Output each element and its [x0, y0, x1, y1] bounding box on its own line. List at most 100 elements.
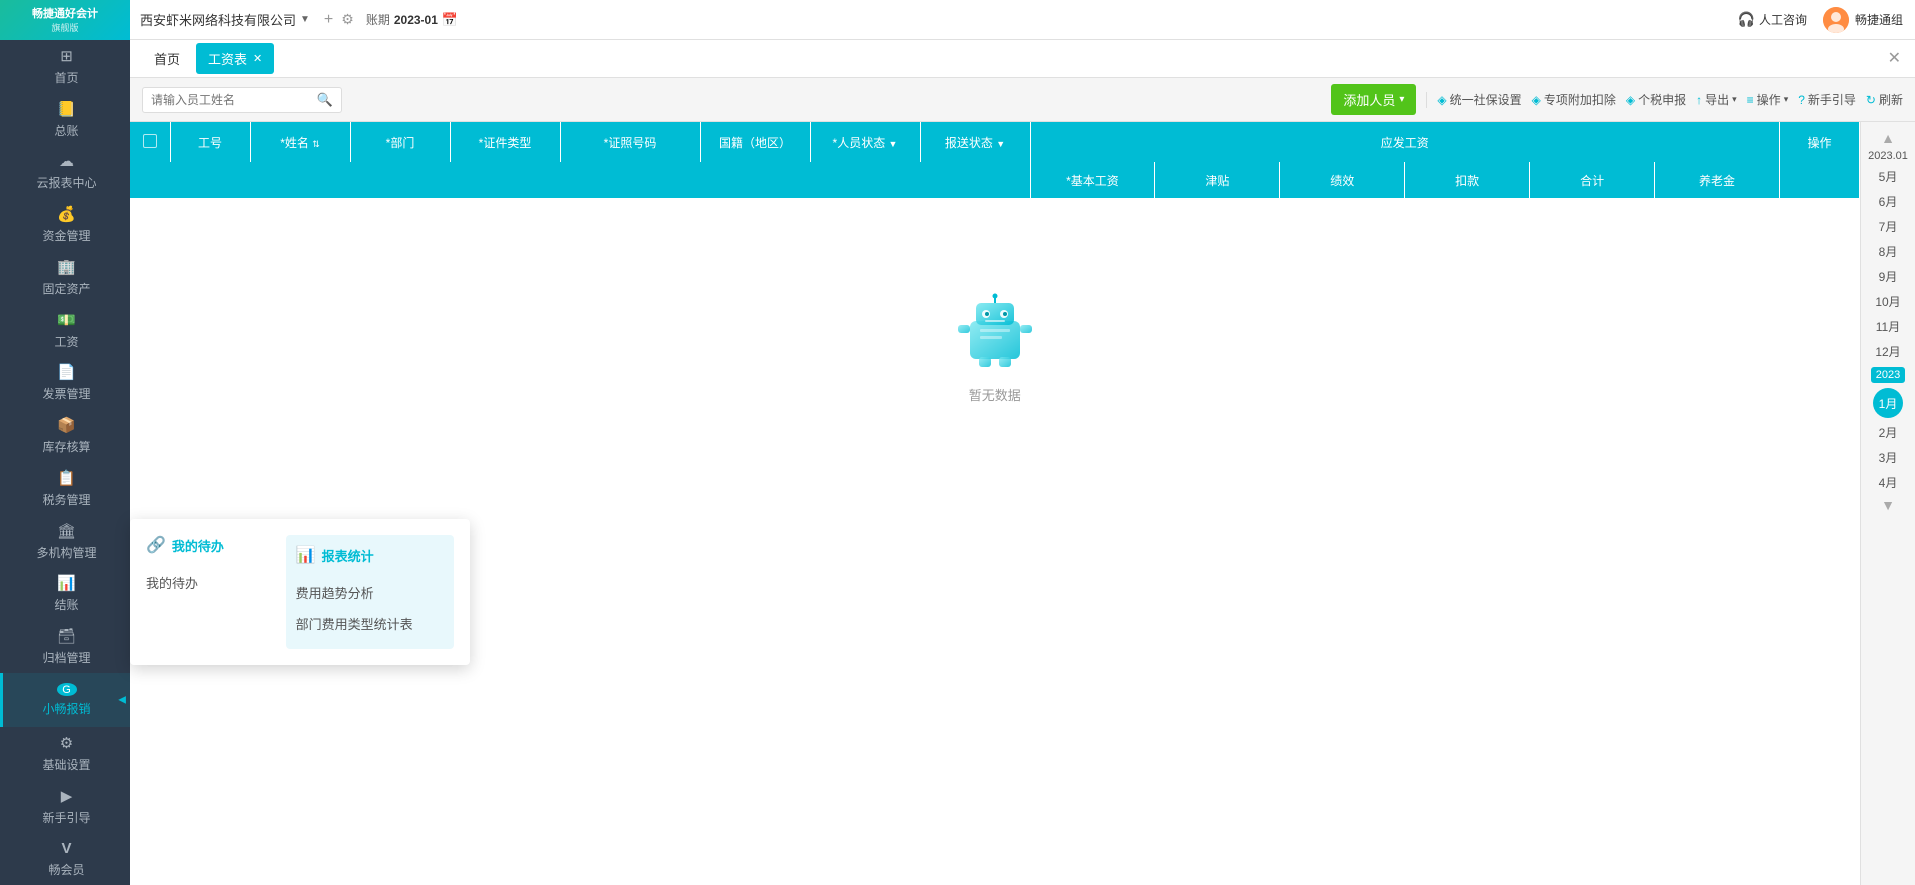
month-7[interactable]: 7月: [1861, 214, 1915, 239]
refresh-label: 刷新: [1879, 91, 1903, 108]
month-4[interactable]: 4月: [1861, 470, 1915, 495]
collapse-arrow[interactable]: ◀: [118, 695, 126, 706]
archive-icon: 🗃: [57, 627, 76, 645]
report-section-icon: 📊: [296, 545, 316, 565]
sidebar-item-fixed-assets[interactable]: 🏢 固定资产: [0, 251, 130, 304]
month-5[interactable]: 5月: [1861, 164, 1915, 189]
name-sort-icon[interactable]: ⇅: [312, 139, 320, 149]
report-item-1-label: 费用趋势分析: [296, 586, 374, 601]
sidebar-item-multi-org[interactable]: 🏛 多机构管理: [0, 515, 130, 568]
sidebar-item-archive[interactable]: 🗃 归档管理: [0, 620, 130, 673]
action-social-security[interactable]: ◈ 统一社保设置: [1437, 91, 1521, 108]
sub-col-bonus: 津贴: [1155, 162, 1280, 198]
scroll-up-arrow[interactable]: ▲: [1879, 128, 1897, 148]
month-11[interactable]: 11月: [1861, 314, 1915, 339]
search-input[interactable]: [151, 93, 313, 107]
sidebar-item-xiaochang[interactable]: G 小畅报销 ◀: [0, 673, 130, 727]
popup-todo-section: 🔗 我的待办 我的待办: [146, 535, 270, 649]
year-label-2023-prev: 2023.01: [1868, 150, 1908, 162]
tab-bar: 首页 工资表 ✕ ✕: [130, 40, 1915, 78]
month-3[interactable]: 3月: [1861, 445, 1915, 470]
sidebar-label-multi-org: 多机构管理: [36, 544, 96, 561]
tab-payroll-label: 工资表: [208, 49, 247, 68]
tab-home-label: 首页: [154, 52, 180, 67]
add-person-label: 添加人员: [1343, 90, 1395, 109]
sidebar-item-fund[interactable]: 💰 资金管理: [0, 198, 130, 251]
action-personal-tax[interactable]: ◈ 个税申报: [1626, 91, 1686, 108]
personal-tax-icon: ◈: [1626, 93, 1635, 107]
action-export[interactable]: ↑ 导出 ▾: [1696, 91, 1737, 108]
sidebar-item-inventory[interactable]: 📦 库存核算: [0, 409, 130, 462]
col-num: 工号: [170, 122, 250, 162]
settlement-icon: 📊: [57, 574, 76, 592]
add-company-icon[interactable]: +: [324, 11, 333, 29]
col-country: 国籍（地区）: [700, 122, 810, 162]
settings-icon[interactable]: ⚙: [341, 11, 354, 28]
sidebar-label-payroll: 工资: [54, 333, 78, 350]
tab-payroll[interactable]: 工资表 ✕: [196, 43, 274, 74]
sidebar-label-xiaochang: 小畅报销: [42, 700, 90, 717]
sidebar-label-member: 畅会员: [48, 861, 84, 878]
sidebar-item-invoice[interactable]: 📄 发票管理: [0, 357, 130, 410]
fund-icon: 💰: [57, 205, 76, 223]
sidebar-item-settlement[interactable]: 📊 结账: [0, 568, 130, 621]
col-person-status[interactable]: *人员状态 ▼: [810, 122, 920, 162]
action-refresh[interactable]: ↻ 刷新: [1866, 91, 1903, 108]
company-dropdown-arrow[interactable]: ▼: [300, 14, 310, 25]
support-button[interactable]: 🎧 人工咨询: [1738, 11, 1807, 28]
sidebar-label-settlement: 结账: [54, 596, 78, 613]
popup-report-item-2[interactable]: 部门费用类型统计表: [296, 608, 444, 639]
window-close-button[interactable]: ✕: [1874, 40, 1915, 76]
tab-close-icon[interactable]: ✕: [253, 52, 262, 65]
tab-home[interactable]: 首页: [142, 43, 192, 74]
col-name[interactable]: *姓名 ⇅: [250, 122, 350, 162]
user-info[interactable]: 畅捷通组: [1823, 7, 1903, 33]
month-8[interactable]: 8月: [1861, 239, 1915, 264]
scroll-down-arrow[interactable]: ▼: [1879, 495, 1897, 515]
search-icon[interactable]: 🔍: [317, 92, 333, 108]
sidebar-label-invoice: 发票管理: [42, 385, 90, 402]
sidebar-item-new-guide[interactable]: ▶ 新手引导: [0, 780, 130, 833]
report-section-label: 报表统计: [322, 546, 374, 565]
action-operation[interactable]: ≡ 操作 ▾: [1747, 91, 1789, 108]
send-status-filter-icon[interactable]: ▼: [996, 139, 1005, 149]
action-new-guide[interactable]: ? 新手引导: [1798, 91, 1856, 108]
empty-state: 暂无数据: [130, 293, 1860, 404]
sidebar-item-cloud-report[interactable]: ☁ 云报表中心: [0, 146, 130, 199]
sidebar-item-tax[interactable]: 📋 税务管理: [0, 462, 130, 515]
month-6[interactable]: 6月: [1861, 189, 1915, 214]
popup-report-item-1[interactable]: 费用趋势分析: [296, 577, 444, 608]
calendar-icon[interactable]: 📅: [442, 12, 458, 28]
month-9[interactable]: 9月: [1861, 264, 1915, 289]
month-10[interactable]: 10月: [1861, 289, 1915, 314]
sidebar-item-basic-settings[interactable]: ⚙ 基础设置: [0, 727, 130, 780]
month-12[interactable]: 12月: [1861, 339, 1915, 364]
sidebar-item-home[interactable]: ⊞ 首页: [0, 40, 130, 93]
add-person-button[interactable]: 添加人员 ▾: [1331, 84, 1416, 115]
xiaochang-icon: G: [57, 683, 77, 696]
col-send-status[interactable]: 报送状态 ▼: [920, 122, 1030, 162]
company-name: 西安虾米网络科技有限公司: [140, 10, 296, 29]
new-guide-label: 新手引导: [1808, 91, 1856, 108]
company-selector[interactable]: 西安虾米网络科技有限公司 ▼: [130, 10, 320, 29]
select-all-checkbox[interactable]: [143, 134, 157, 148]
sidebar-label-basic-settings: 基础设置: [42, 756, 90, 773]
month-1-active[interactable]: 1月: [1873, 388, 1903, 418]
col-checkbox[interactable]: [130, 122, 170, 162]
sidebar-item-payroll[interactable]: 💵 工资: [0, 304, 130, 357]
add-dropdown-arrow[interactable]: ▾: [1399, 94, 1404, 105]
popup-todo-item[interactable]: 我的待办: [146, 567, 270, 598]
toolbar: 🔍 添加人员 ▾ ◈ 统一社保设置 ◈ 专项附加扣除 ◈ 个税申报: [130, 78, 1915, 122]
logo-area: 畅捷通好会计 旗舰版: [0, 0, 130, 40]
payroll-icon: 💵: [57, 311, 76, 329]
sidebar-item-member[interactable]: V 畅会员: [0, 833, 130, 885]
person-status-filter-icon[interactable]: ▼: [889, 139, 898, 149]
headset-icon: 🎧: [1738, 11, 1755, 28]
month-2[interactable]: 2月: [1861, 420, 1915, 445]
sidebar-item-ledger[interactable]: 📒 总账: [0, 93, 130, 146]
search-box[interactable]: 🔍: [142, 87, 342, 113]
export-icon: ↑: [1696, 93, 1702, 107]
new-guide-icon: ▶: [61, 787, 73, 805]
social-security-icon: ◈: [1437, 93, 1446, 107]
action-special-deduct[interactable]: ◈ 专项附加扣除: [1532, 91, 1616, 108]
